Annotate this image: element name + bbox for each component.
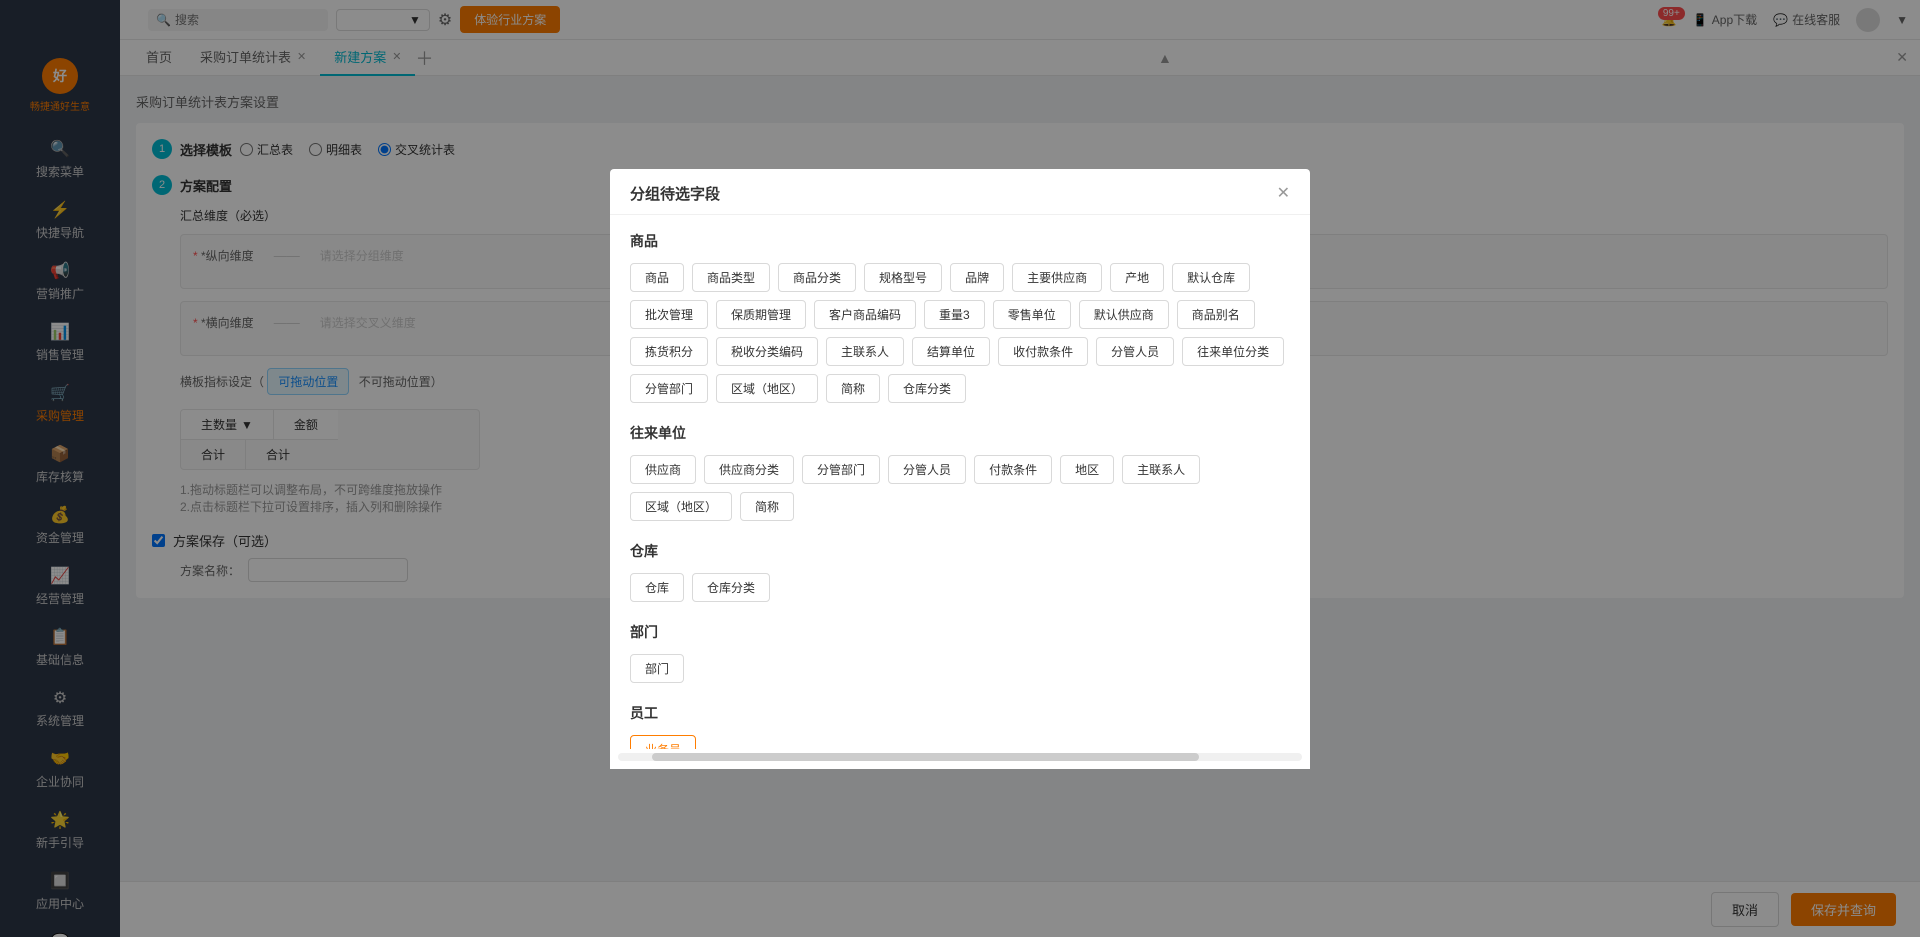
field-tag[interactable]: 客户商品编码 (814, 300, 916, 329)
field-tag[interactable]: 品牌 (950, 263, 1004, 292)
field-tag[interactable]: 分管部门 (630, 374, 708, 403)
product-fields: 商品 商品类型 商品分类 规格型号 品牌 主要供应商 产地 默认仓库 批次管理 … (630, 263, 1290, 403)
dept-section: 部门 部门 (630, 622, 1290, 683)
field-tag[interactable]: 主联系人 (826, 337, 904, 366)
field-tag[interactable]: 仓库 (630, 573, 684, 602)
partner-section-title: 往来单位 (630, 423, 1290, 443)
employee-section-title: 员工 (630, 703, 1290, 723)
partner-section: 往来单位 供应商 供应商分类 分管部门 分管人员 付款条件 地区 主联系人 区域… (630, 423, 1290, 521)
modal-close-button[interactable]: ✕ (1277, 183, 1290, 203)
dept-fields: 部门 (630, 654, 1290, 683)
field-tag[interactable]: 简称 (740, 492, 794, 521)
field-tag[interactable]: 商品 (630, 263, 684, 292)
field-tag[interactable]: 商品类型 (692, 263, 770, 292)
field-tag[interactable]: 重量3 (924, 300, 985, 329)
field-tag[interactable]: 供应商分类 (704, 455, 794, 484)
modal-scrollbar-container (610, 749, 1310, 769)
field-tag[interactable]: 收付款条件 (998, 337, 1088, 366)
field-tag[interactable]: 往来单位分类 (1182, 337, 1284, 366)
field-tag[interactable]: 主要供应商 (1012, 263, 1102, 292)
field-tag[interactable]: 保质期管理 (716, 300, 806, 329)
field-tag[interactable]: 拣货积分 (630, 337, 708, 366)
field-tag[interactable]: 分管人员 (888, 455, 966, 484)
field-tag-salesperson[interactable]: 业务员 (630, 735, 696, 749)
field-tag[interactable]: 仓库分类 (888, 374, 966, 403)
scrollbar-thumb (652, 753, 1199, 761)
modal-header: 分组待选字段 ✕ (610, 169, 1310, 215)
warehouse-section: 仓库 仓库 仓库分类 (630, 541, 1290, 602)
field-tag[interactable]: 结算单位 (912, 337, 990, 366)
field-tag[interactable]: 分管部门 (802, 455, 880, 484)
field-tag[interactable]: 批次管理 (630, 300, 708, 329)
dept-section-title: 部门 (630, 622, 1290, 642)
partner-fields: 供应商 供应商分类 分管部门 分管人员 付款条件 地区 主联系人 区域（地区） … (630, 455, 1290, 521)
field-tag[interactable]: 规格型号 (864, 263, 942, 292)
field-tag[interactable]: 付款条件 (974, 455, 1052, 484)
product-section: 商品 商品 商品类型 商品分类 规格型号 品牌 主要供应商 产地 默认仓库 批次… (630, 231, 1290, 403)
modal-overlay[interactable]: 分组待选字段 ✕ 商品 商品 商品类型 商品分类 规格型号 品牌 主要供应商 产… (0, 0, 1920, 937)
field-tag[interactable]: 商品分类 (778, 263, 856, 292)
field-tag[interactable]: 区域（地区） (630, 492, 732, 521)
field-tag[interactable]: 默认仓库 (1172, 263, 1250, 292)
employee-fields: 业务员 (630, 735, 1290, 749)
field-tag[interactable]: 仓库分类 (692, 573, 770, 602)
employee-section: 员工 业务员 (630, 703, 1290, 749)
field-tag[interactable]: 商品别名 (1177, 300, 1255, 329)
field-tag[interactable]: 税收分类编码 (716, 337, 818, 366)
warehouse-fields: 仓库 仓库分类 (630, 573, 1290, 602)
field-tag[interactable]: 分管人员 (1096, 337, 1174, 366)
field-tag[interactable]: 区域（地区） (716, 374, 818, 403)
field-tag[interactable]: 地区 (1060, 455, 1114, 484)
modal-body: 商品 商品 商品类型 商品分类 规格型号 品牌 主要供应商 产地 默认仓库 批次… (610, 215, 1310, 749)
warehouse-section-title: 仓库 (630, 541, 1290, 561)
field-tag[interactable]: 供应商 (630, 455, 696, 484)
product-section-title: 商品 (630, 231, 1290, 251)
modal-title: 分组待选字段 (630, 183, 720, 204)
field-tag[interactable]: 主联系人 (1122, 455, 1200, 484)
field-tag[interactable]: 产地 (1110, 263, 1164, 292)
field-tag[interactable]: 简称 (826, 374, 880, 403)
field-select-modal: 分组待选字段 ✕ 商品 商品 商品类型 商品分类 规格型号 品牌 主要供应商 产… (610, 169, 1310, 769)
field-tag[interactable]: 零售单位 (993, 300, 1071, 329)
field-tag[interactable]: 部门 (630, 654, 684, 683)
field-tag[interactable]: 默认供应商 (1079, 300, 1169, 329)
modal-h-scrollbar[interactable] (618, 753, 1302, 761)
